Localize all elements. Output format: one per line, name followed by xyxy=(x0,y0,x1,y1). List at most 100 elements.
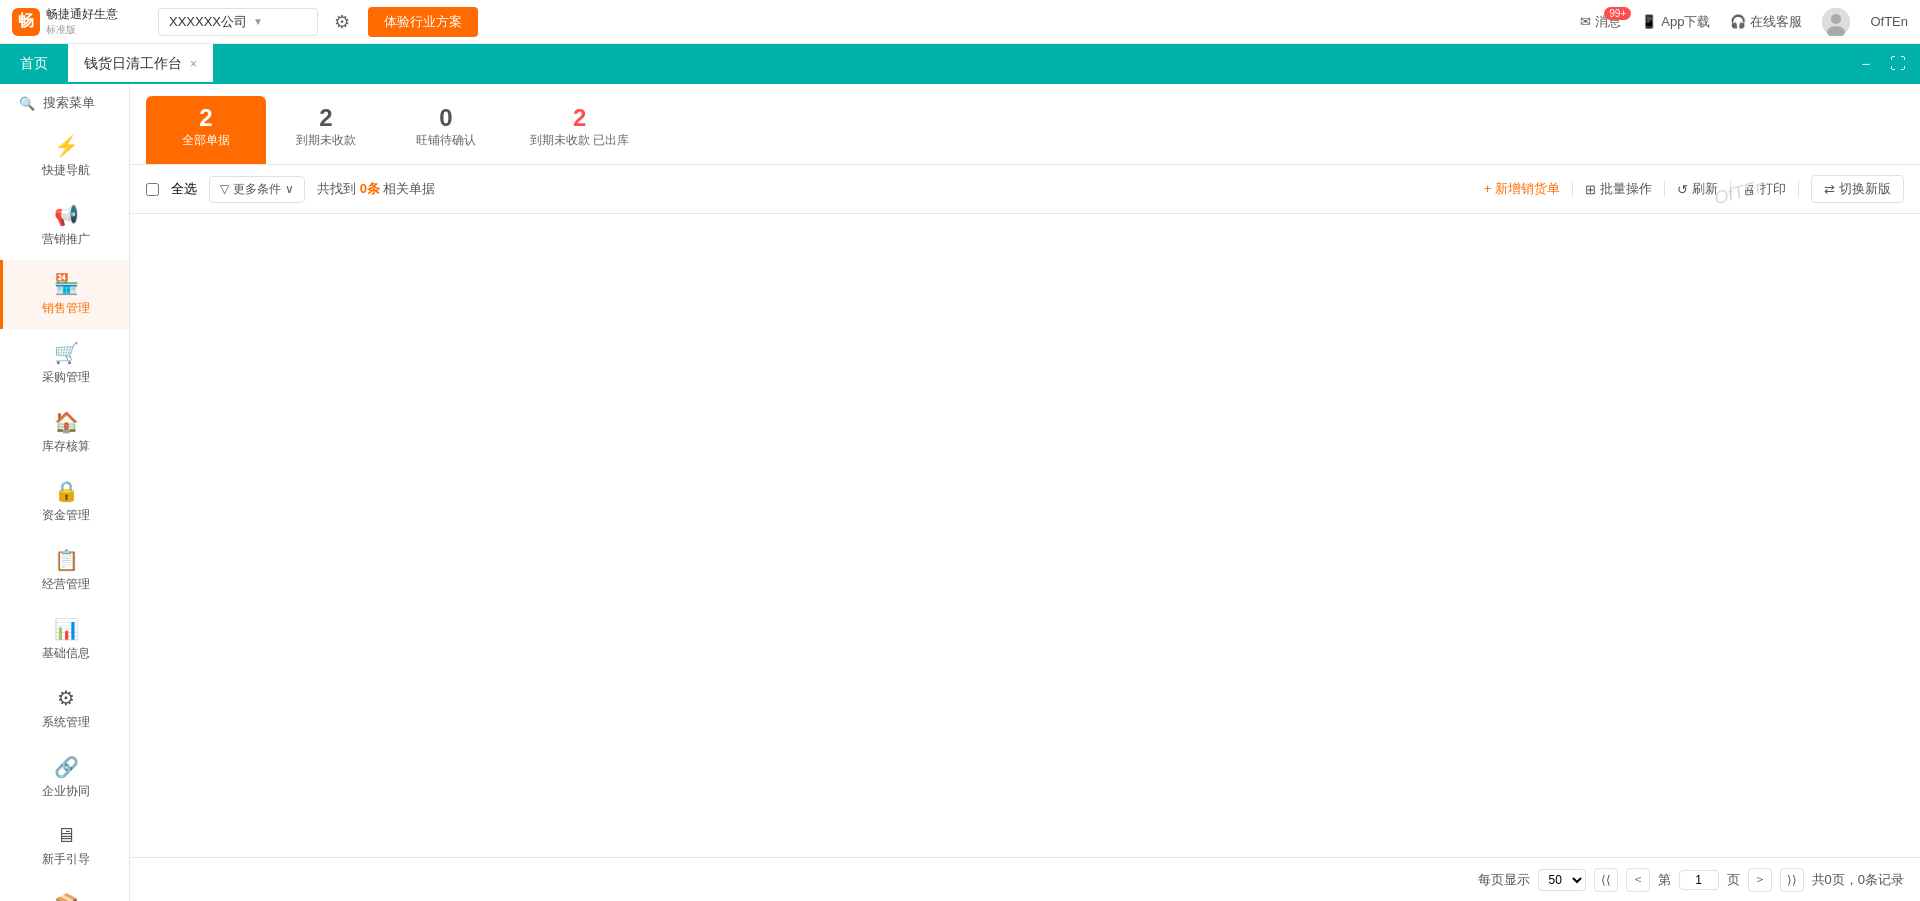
inventory-icon: 🏠 xyxy=(54,410,79,434)
finance-icon: 🔒 xyxy=(54,479,79,503)
sidebar-item-finance[interactable]: 🔒 资金管理 xyxy=(0,467,129,536)
refresh-button[interactable]: ↺ 刷新 xyxy=(1677,180,1718,198)
total-info: 共0页，0条记录 xyxy=(1812,871,1904,889)
toolbar: 全选 ▽ 更多条件 ∨ 共找到 0条 相关单据 + 新增销货单 ⊞ 批量操作 xyxy=(130,165,1920,214)
pagination-bar: 每页显示 50 ⟨⟨ ＜ 第 页 ＞ ⟩⟩ 共0页，0条记录 xyxy=(130,857,1920,901)
minimize-icon[interactable]: － xyxy=(1854,50,1878,79)
switch-label: 切换新版 xyxy=(1839,180,1891,198)
quick-nav-icon: ⚡ xyxy=(54,134,79,158)
page-unit: 页 xyxy=(1727,871,1740,889)
refresh-icon: ↺ xyxy=(1677,182,1688,197)
sidebar-label: 资金管理 xyxy=(42,507,90,524)
sidebar-item-purchase[interactable]: 🛒 采购管理 xyxy=(0,329,129,398)
tab-label: 钱货日清工作台 xyxy=(84,55,182,73)
basic-info-icon: 📊 xyxy=(54,617,79,641)
app-download-label: App下载 xyxy=(1661,13,1710,31)
avatar xyxy=(1822,8,1850,36)
maximize-icon[interactable]: ⛶ xyxy=(1886,51,1910,77)
stat-label: 旺铺待确认 xyxy=(416,133,476,147)
service-icon: 🎧 xyxy=(1730,14,1746,29)
found-count: 0条 xyxy=(360,181,380,196)
guide-icon: 🖥 xyxy=(56,824,76,847)
page-number-input[interactable] xyxy=(1679,870,1719,890)
sidebar-item-quick-nav[interactable]: ⚡ 快捷导航 xyxy=(0,122,129,191)
select-all-checkbox[interactable] xyxy=(146,183,159,196)
batch-operation-button[interactable]: ⊞ 批量操作 xyxy=(1585,180,1652,198)
stat-tab-wangpu[interactable]: 0 旺铺待确认 xyxy=(386,96,506,164)
stats-tabs: 2 全部单据 2 到期未收款 0 旺铺待确认 2 到期未收款 已出库 xyxy=(130,84,1920,165)
stat-tab-all[interactable]: 2 全部单据 xyxy=(146,96,266,164)
sidebar-label: 销售管理 xyxy=(42,300,90,317)
trial-button[interactable]: 体验行业方案 xyxy=(368,7,478,37)
last-page-button[interactable]: ⟩⟩ xyxy=(1780,868,1804,892)
switch-new-version-button[interactable]: ⇄ 切换新版 xyxy=(1811,175,1904,203)
dropdown-arrow-icon: ▼ xyxy=(253,16,263,27)
sidebar-item-marketing[interactable]: 📢 营销推广 xyxy=(0,191,129,260)
collaboration-icon: 🔗 xyxy=(54,755,79,779)
page-size-label: 每页显示 xyxy=(1478,871,1530,889)
sidebar-item-basic-info[interactable]: 📊 基础信息 xyxy=(0,605,129,674)
divider xyxy=(1798,181,1799,197)
stat-tab-shipped[interactable]: 2 到期未收款 已出库 xyxy=(506,96,653,164)
app-center-icon: 📦 xyxy=(54,892,79,901)
filter-button[interactable]: ▽ 更多条件 ∨ xyxy=(209,176,305,203)
tab-bar: 首页 钱货日清工作台 × － ⛶ xyxy=(0,44,1920,84)
svg-point-1 xyxy=(1831,14,1841,24)
sidebar-item-sales[interactable]: 🏪 销售管理 xyxy=(0,260,129,329)
add-sales-order-button[interactable]: + 新增销货单 xyxy=(1484,180,1560,198)
search-icon: 🔍 xyxy=(19,96,35,111)
company-selector[interactable]: XXXXXX公司 ▼ xyxy=(158,8,318,36)
stat-num: 2 xyxy=(530,104,629,132)
message-badge: 99+ xyxy=(1604,7,1631,20)
toolbar-right: + 新增销货单 ⊞ 批量操作 ↺ 刷新 🖨 打印 ⇄ xyxy=(1484,175,1904,203)
print-icon: 🖨 xyxy=(1743,182,1756,197)
tab-active[interactable]: 钱货日清工作台 × xyxy=(68,44,213,84)
search-label: 搜索菜单 xyxy=(43,94,95,112)
page-size-select[interactable]: 50 xyxy=(1538,869,1586,891)
first-page-button[interactable]: ⟨⟨ xyxy=(1594,868,1618,892)
sidebar-label: 营销推广 xyxy=(42,231,90,248)
settings-button[interactable]: ⚙ xyxy=(326,6,358,38)
app-download-button[interactable]: 📱 App下载 xyxy=(1641,13,1710,31)
online-service-button[interactable]: 🎧 在线客服 xyxy=(1730,13,1802,31)
tab-close-icon[interactable]: × xyxy=(190,57,197,71)
header-right: ✉ 消息 99+ 📱 App下载 🎧 在线客服 OfTEn xyxy=(1580,8,1908,36)
purchase-icon: 🛒 xyxy=(54,341,79,365)
sidebar-search[interactable]: 🔍 搜索菜单 xyxy=(0,84,129,122)
marketing-icon: 📢 xyxy=(54,203,79,227)
company-name: XXXXXX公司 xyxy=(169,13,247,31)
tab-home[interactable]: 首页 xyxy=(0,44,68,84)
stat-tab-overdue[interactable]: 2 到期未收款 xyxy=(266,96,386,164)
sidebar-label: 新手引导 xyxy=(42,851,90,868)
message-button[interactable]: ✉ 消息 99+ xyxy=(1580,13,1621,31)
sidebar-label: 系统管理 xyxy=(42,714,90,731)
system-icon: ⚙ xyxy=(57,686,75,710)
select-all-label: 全选 xyxy=(171,180,197,198)
sidebar-item-collaboration[interactable]: 🔗 企业协同 xyxy=(0,743,129,812)
top-header: 畅 畅捷通好生意 标准版 XXXXXX公司 ▼ ⚙ 体验行业方案 ✉ 消息 99… xyxy=(0,0,1920,44)
batch-icon: ⊞ xyxy=(1585,182,1596,197)
next-page-button[interactable]: ＞ xyxy=(1748,868,1772,892)
stat-num: 2 xyxy=(170,104,242,132)
sidebar-item-app-center[interactable]: 📦 应用中心 xyxy=(0,880,129,901)
sidebar-item-inventory[interactable]: 🏠 库存核算 xyxy=(0,398,129,467)
sidebar-label: 基础信息 xyxy=(42,645,90,662)
user-name: OfTEn xyxy=(1870,14,1908,29)
filter-icon: ▽ xyxy=(220,182,229,196)
sidebar-item-management[interactable]: 📋 经营管理 xyxy=(0,536,129,605)
divider xyxy=(1664,181,1665,197)
filter-label: 更多条件 xyxy=(233,181,281,198)
chevron-down-icon: ∨ xyxy=(285,182,294,196)
print-button[interactable]: 🖨 打印 xyxy=(1743,180,1786,198)
sidebar-item-system[interactable]: ⚙ 系统管理 xyxy=(0,674,129,743)
sidebar: 🔍 搜索菜单 ⚡ 快捷导航 📢 营销推广 🏪 销售管理 🛒 采购管理 🏠 库存核… xyxy=(0,84,130,901)
sidebar-item-guide[interactable]: 🖥 新手引导 xyxy=(0,812,129,880)
batch-label: 批量操作 xyxy=(1600,180,1652,198)
main-layout: 🔍 搜索菜单 ⚡ 快捷导航 📢 营销推广 🏪 销售管理 🛒 采购管理 🏠 库存核… xyxy=(0,84,1920,901)
content-area: 2 全部单据 2 到期未收款 0 旺铺待确认 2 到期未收款 已出库 全选 ▽ … xyxy=(130,84,1920,901)
print-label: 打印 xyxy=(1760,180,1786,198)
stat-label: 到期未收款 已出库 xyxy=(530,133,629,147)
prev-page-button[interactable]: ＜ xyxy=(1626,868,1650,892)
stat-num: 2 xyxy=(290,104,362,132)
logo-area: 畅 畅捷通好生意 标准版 xyxy=(12,7,142,36)
